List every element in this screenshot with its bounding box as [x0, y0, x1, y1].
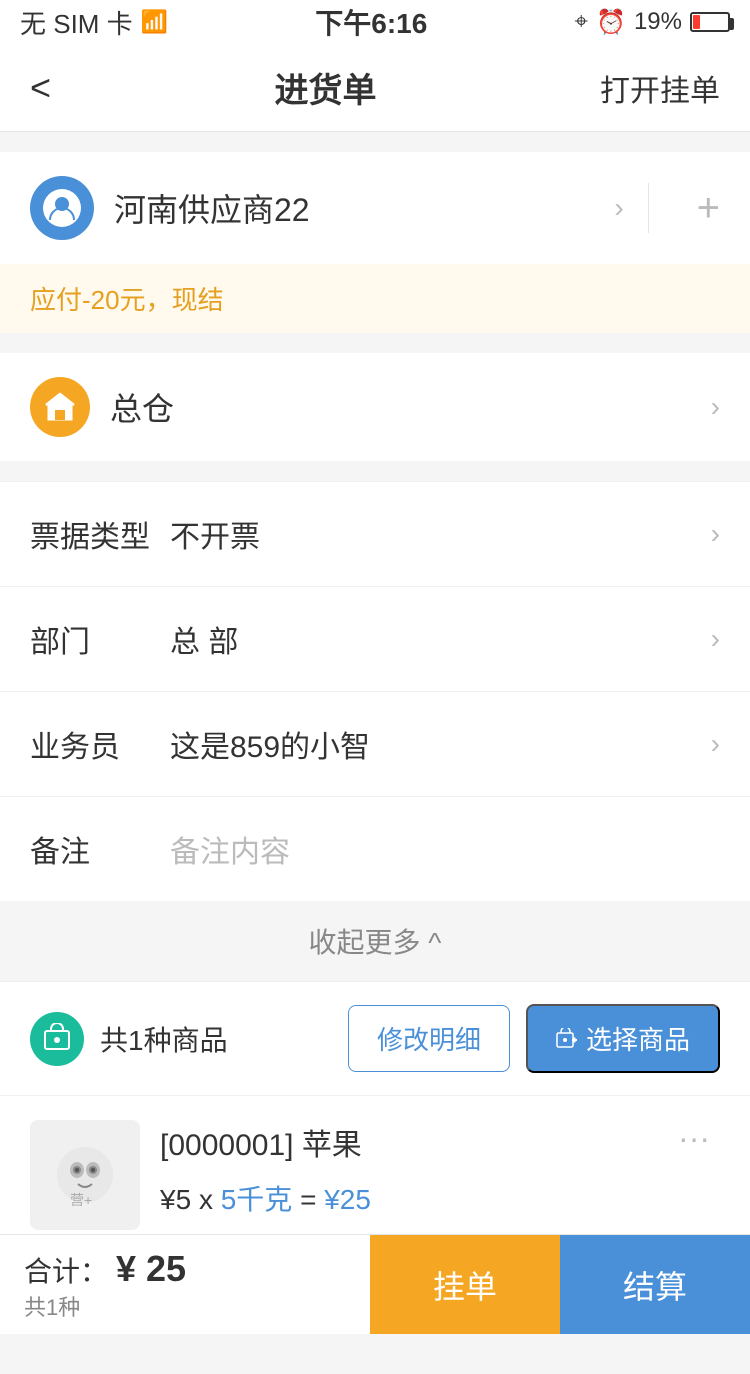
total-prefix: 合计： — [24, 1250, 108, 1290]
edit-detail-button[interactable]: 修改明细 — [348, 1005, 510, 1072]
salesman-value: 这是859的小智 — [170, 722, 711, 766]
checkout-button[interactable]: 结算 — [560, 1235, 750, 1334]
product-count-icon — [30, 1012, 84, 1066]
supplier-chevron-icon: › — [614, 192, 623, 224]
supplier-name: 河南供应商22 — [114, 185, 614, 231]
gap-1 — [0, 132, 750, 152]
supplier-card: 河南供应商22 › + 应付-20元，现结 — [0, 152, 750, 333]
total-section: 合计： ¥ 25 共1种 — [0, 1235, 370, 1334]
remark-label: 备注 — [30, 827, 170, 871]
product-count-text: 共1种商品 — [100, 1019, 348, 1059]
product-more-button[interactable]: ··· — [668, 1120, 720, 1157]
invoice-value: 不开票 — [170, 512, 711, 556]
alarm-icon: ⏰ — [596, 8, 626, 37]
total-amount: ¥ 25 — [116, 1248, 186, 1290]
department-label: 部门 — [30, 617, 170, 661]
select-product-label: 选择商品 — [586, 1020, 690, 1057]
open-hang-button[interactable]: 打开挂单 — [600, 66, 720, 110]
supplier-row[interactable]: 河南供应商22 › + — [0, 152, 750, 264]
price-unit: ¥5 — [160, 1184, 191, 1215]
nav-bar: < 进货单 打开挂单 — [0, 44, 750, 132]
product-info: [0000001] 苹果 ¥5 x 5千克 = ¥25 — [160, 1120, 668, 1218]
battery-percent: 19% — [634, 8, 682, 36]
divider — [648, 183, 649, 233]
price-multiply: x — [199, 1184, 221, 1215]
warehouse-chevron-icon: › — [711, 391, 720, 423]
product-title: 苹果 — [302, 1129, 362, 1162]
department-value: 总 部 — [170, 617, 711, 661]
product-header: 共1种商品 修改明细 选择商品 — [0, 981, 750, 1095]
salesman-row[interactable]: 业务员 这是859的小智 › — [0, 691, 750, 796]
location-icon: ⌖ — [575, 8, 589, 36]
invoice-chevron-icon: › — [711, 518, 720, 550]
svg-text:营+: 营+ — [70, 1192, 92, 1208]
collapse-label: 收起更多 ^ — [309, 927, 442, 958]
select-product-button[interactable]: 选择商品 — [526, 1004, 720, 1073]
wifi-icon: 📶 — [141, 9, 168, 35]
remark-input[interactable]: 备注内容 — [170, 827, 720, 871]
bottom-bar: 合计： ¥ 25 共1种 挂单 结算 — [0, 1234, 750, 1334]
total-sub: 共1种 — [24, 1290, 346, 1322]
carrier-text: 无 SIM 卡 — [20, 4, 133, 41]
salesman-label: 业务员 — [30, 722, 170, 766]
price-total: ¥25 — [324, 1184, 371, 1215]
warehouse-icon — [30, 377, 90, 437]
invoice-row[interactable]: 票据类型 不开票 › — [0, 481, 750, 586]
supplier-avatar — [30, 176, 94, 240]
collapse-bar[interactable]: 收起更多 ^ — [0, 901, 750, 981]
product-price: ¥5 x 5千克 = ¥25 — [160, 1178, 668, 1218]
price-equals: = — [300, 1184, 324, 1215]
department-chevron-icon: › — [711, 623, 720, 655]
total-label: 合计： ¥ 25 — [24, 1248, 346, 1290]
page-title: 进货单 — [275, 63, 377, 112]
product-id: [0000001] — [160, 1129, 293, 1162]
status-time: 下午6:16 — [315, 2, 427, 42]
salesman-chevron-icon: › — [711, 728, 720, 760]
invoice-label: 票据类型 — [30, 512, 170, 556]
status-left: 无 SIM 卡 📶 — [20, 4, 168, 41]
add-supplier-button[interactable]: + — [697, 188, 720, 228]
product-item: 营+ [0000001] 苹果 ¥5 x 5千克 = ¥25 ··· — [0, 1095, 750, 1254]
supplier-notice: 应付-20元，现结 — [0, 264, 750, 333]
status-right: ⌖ ⏰ 19% — [575, 8, 730, 37]
warehouse-name: 总仓 — [110, 384, 711, 430]
remark-row[interactable]: 备注 备注内容 — [0, 796, 750, 901]
department-row[interactable]: 部门 总 部 › — [0, 586, 750, 691]
price-quantity: 5千克 — [221, 1184, 293, 1215]
product-section: 共1种商品 修改明细 选择商品 — [0, 981, 750, 1254]
gap-3 — [0, 461, 750, 481]
form-card: 票据类型 不开票 › 部门 总 部 › 业务员 这是859的小智 › 备注 备注… — [0, 481, 750, 901]
hang-button[interactable]: 挂单 — [370, 1235, 560, 1334]
battery-icon — [690, 12, 730, 32]
gap-2 — [0, 333, 750, 353]
back-button[interactable]: < — [30, 67, 51, 109]
product-image: 营+ — [30, 1120, 140, 1230]
product-name: [0000001] 苹果 — [160, 1120, 668, 1164]
warehouse-row[interactable]: 总仓 › — [0, 353, 750, 461]
status-bar: 无 SIM 卡 📶 下午6:16 ⌖ ⏰ 19% — [0, 0, 750, 44]
